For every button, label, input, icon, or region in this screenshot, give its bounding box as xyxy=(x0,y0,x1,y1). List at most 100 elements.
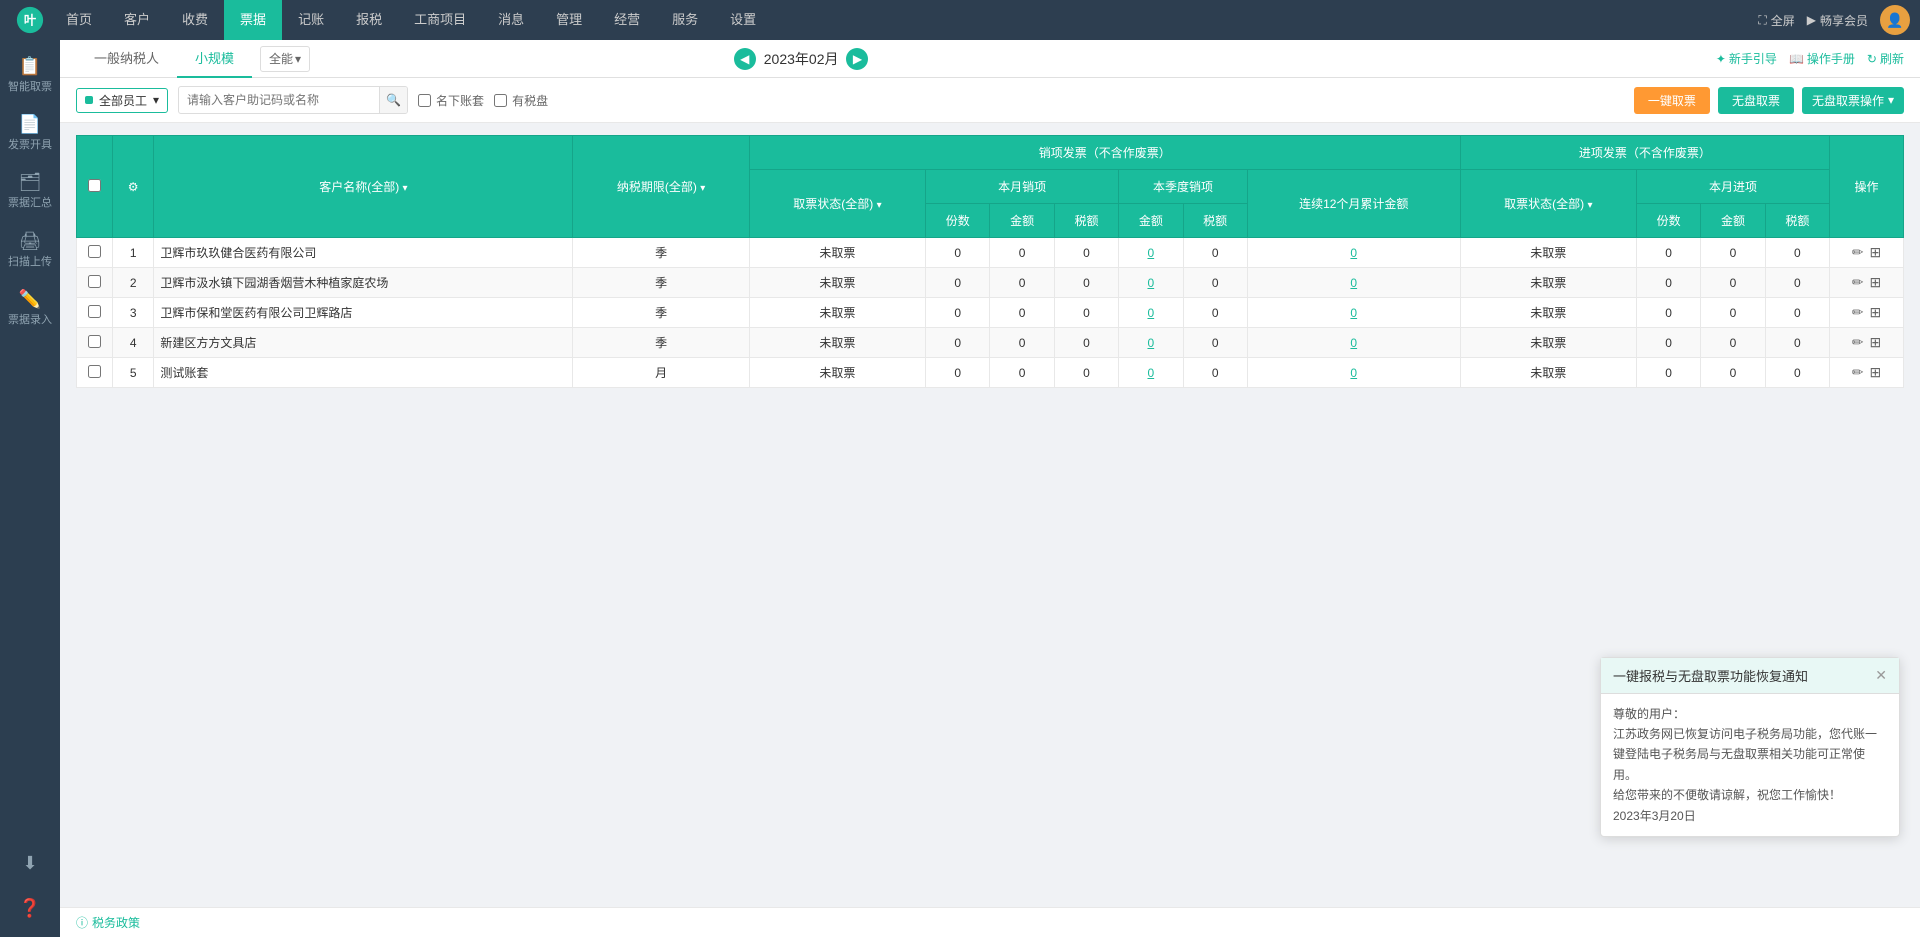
nav-item-settings[interactable]: 设置 xyxy=(714,0,772,40)
edit-action-icon[interactable]: ✏ xyxy=(1852,364,1864,381)
period-next-btn[interactable]: ▶ xyxy=(846,48,868,70)
notification-close-btn[interactable]: ✕ xyxy=(1875,667,1887,684)
td-sales-cumulative: 0 xyxy=(1247,358,1460,388)
toolbar-right: 一键取票 无盘取票 无盘取票操作 ▾ xyxy=(1634,87,1904,114)
td-sales-month-tax: 0 xyxy=(1054,358,1118,388)
view-action-icon[interactable]: ⊞ xyxy=(1870,364,1882,381)
row-checkbox[interactable] xyxy=(88,245,101,258)
td-num: 4 xyxy=(113,328,154,358)
edit-action-icon[interactable]: ✏ xyxy=(1852,304,1864,321)
td-purchase-month-count: 0 xyxy=(1636,358,1700,388)
edit-action-icon[interactable]: ✏ xyxy=(1852,334,1864,351)
th-purchase-month-amount: 金额 xyxy=(1701,204,1765,238)
td-sales-quarter-amount: 0 xyxy=(1119,328,1183,358)
one-click-fetch-button[interactable]: 一键取票 xyxy=(1634,87,1710,114)
sidebar-item-scan-upload[interactable]: 🖨 扫描上传 xyxy=(2,223,58,277)
nav-item-message[interactable]: 消息 xyxy=(482,0,540,40)
td-checkbox xyxy=(77,238,113,268)
view-action-icon[interactable]: ⊞ xyxy=(1870,244,1882,261)
help-icon: ❓ xyxy=(19,898,41,919)
row-checkbox[interactable] xyxy=(88,365,101,378)
sidebar-download[interactable]: ⬇ xyxy=(2,845,58,882)
search-button[interactable]: 🔍 xyxy=(379,86,407,114)
no-disk-ops-button[interactable]: 无盘取票操作 ▾ xyxy=(1802,87,1904,114)
td-tax-period: 月 xyxy=(573,358,749,388)
nav-item-service[interactable]: 服务 xyxy=(656,0,714,40)
td-tax-period: 季 xyxy=(573,298,749,328)
has-tax-disk-label[interactable]: 有税盘 xyxy=(512,92,548,109)
period-prev-btn[interactable]: ◀ xyxy=(734,48,756,70)
edit-action-icon[interactable]: ✏ xyxy=(1852,274,1864,291)
td-num: 5 xyxy=(113,358,154,388)
nav-item-operation[interactable]: 经营 xyxy=(598,0,656,40)
td-sales-month-count: 0 xyxy=(926,268,990,298)
td-actions: ✏ ⊞ xyxy=(1830,328,1904,358)
new-guide-btn[interactable]: ✦ 新手引导 xyxy=(1716,50,1777,67)
table-row: 4 新建区方方文具店 季 未取票 0 0 0 0 0 0 未取票 0 0 0 ✏… xyxy=(77,328,1904,358)
my-accounts-label[interactable]: 名下账套 xyxy=(436,92,484,109)
view-action-icon[interactable]: ⊞ xyxy=(1870,274,1882,291)
nav-item-bookkeeping[interactable]: 记账 xyxy=(282,0,340,40)
customer-filter-icon[interactable]: ▾ xyxy=(403,183,408,194)
sidebar-label-smart-fetch: 智能取票 xyxy=(8,81,52,94)
view-action-icon[interactable]: ⊞ xyxy=(1870,304,1882,321)
sidebar-help[interactable]: ❓ xyxy=(2,890,58,927)
sidebar-bottom: ⬇ ❓ xyxy=(2,845,58,937)
avatar[interactable]: 👤 xyxy=(1880,5,1910,35)
logo[interactable]: 叶 xyxy=(10,0,50,40)
view-action-icon[interactable]: ⊞ xyxy=(1870,334,1882,351)
th-purchase-month-count: 份数 xyxy=(1636,204,1700,238)
td-num: 3 xyxy=(113,298,154,328)
nav-item-tax[interactable]: 报税 xyxy=(340,0,398,40)
row-checkbox[interactable] xyxy=(88,335,101,348)
th-sales-cumulative: 连续12个月累计金额 xyxy=(1247,170,1460,238)
refresh-btn[interactable]: ↻ 刷新 xyxy=(1867,50,1904,67)
fullscreen-btn[interactable]: ⛶ 全屏 xyxy=(1758,12,1794,29)
no-disk-fetch-button[interactable]: 无盘取票 xyxy=(1718,87,1794,114)
tax-policy-link[interactable]: 税务政策 xyxy=(92,914,140,931)
tab-small[interactable]: 小规模 xyxy=(177,40,252,78)
td-purchase-month-tax: 0 xyxy=(1765,358,1829,388)
table-row: 3 卫辉市保和堂医药有限公司卫辉路店 季 未取票 0 0 0 0 0 0 未取票… xyxy=(77,298,1904,328)
sidebar-item-smart-fetch[interactable]: 📋 智能取票 xyxy=(2,48,58,102)
has-tax-disk-checkbox[interactable] xyxy=(494,94,507,107)
td-sales-month-count: 0 xyxy=(926,358,990,388)
td-sales-quarter-tax: 0 xyxy=(1183,238,1247,268)
nav-item-income[interactable]: 收费 xyxy=(166,0,224,40)
vip-btn[interactable]: ▶ 畅享会员 xyxy=(1807,12,1868,29)
td-checkbox xyxy=(77,298,113,328)
td-sales-month-amount: 0 xyxy=(990,298,1054,328)
search-input[interactable] xyxy=(179,93,379,107)
nav-item-manage[interactable]: 管理 xyxy=(540,0,598,40)
purchase-status-filter-icon[interactable]: ▾ xyxy=(1587,200,1592,211)
sidebar-item-invoice-entry[interactable]: ✏️ 票据录入 xyxy=(2,281,58,335)
edit-action-icon[interactable]: ✏ xyxy=(1852,244,1864,261)
row-checkbox[interactable] xyxy=(88,305,101,318)
sidebar-item-invoice-summary[interactable]: 🗂 票据汇总 xyxy=(2,164,58,218)
nav-item-industry[interactable]: 工商项目 xyxy=(398,0,482,40)
td-sales-quarter-tax: 0 xyxy=(1183,268,1247,298)
select-all-checkbox[interactable] xyxy=(88,179,101,192)
tax-period-filter-icon[interactable]: ▾ xyxy=(700,183,705,194)
issue-invoice-icon: 📄 xyxy=(19,114,41,135)
settings-icon[interactable]: ⚙ xyxy=(128,180,139,194)
tab-general[interactable]: 一般纳税人 xyxy=(76,40,177,78)
scan-upload-icon: 🖨 xyxy=(19,231,42,252)
td-purchase-fetch-status: 未取票 xyxy=(1460,238,1636,268)
sales-status-filter-icon[interactable]: ▾ xyxy=(877,200,882,211)
sidebar-item-issue-invoice[interactable]: 📄 发票开具 xyxy=(2,106,58,160)
nav-item-home[interactable]: 首页 xyxy=(50,0,108,40)
tab-bar: 一般纳税人 小规模 全能 ▾ ◀ 2023年02月 ▶ ✦ 新手引导 📖 xyxy=(60,40,1920,78)
row-checkbox[interactable] xyxy=(88,275,101,288)
tab-all-trigger[interactable]: 全能 ▾ xyxy=(260,46,310,72)
td-sales-fetch-status: 未取票 xyxy=(749,238,925,268)
nav-item-invoice[interactable]: 票据 xyxy=(224,0,282,40)
nav-item-customer[interactable]: 客户 xyxy=(108,0,166,40)
operation-manual-btn[interactable]: 📖 操作手册 xyxy=(1789,50,1855,67)
td-customer-name: 新建区方方文具店 xyxy=(154,328,573,358)
td-purchase-month-tax: 0 xyxy=(1765,298,1829,328)
td-tax-period: 季 xyxy=(573,328,749,358)
employee-filter[interactable]: 全部员工 ▾ xyxy=(76,88,168,113)
my-accounts-checkbox[interactable] xyxy=(418,94,431,107)
td-sales-quarter-amount: 0 xyxy=(1119,358,1183,388)
